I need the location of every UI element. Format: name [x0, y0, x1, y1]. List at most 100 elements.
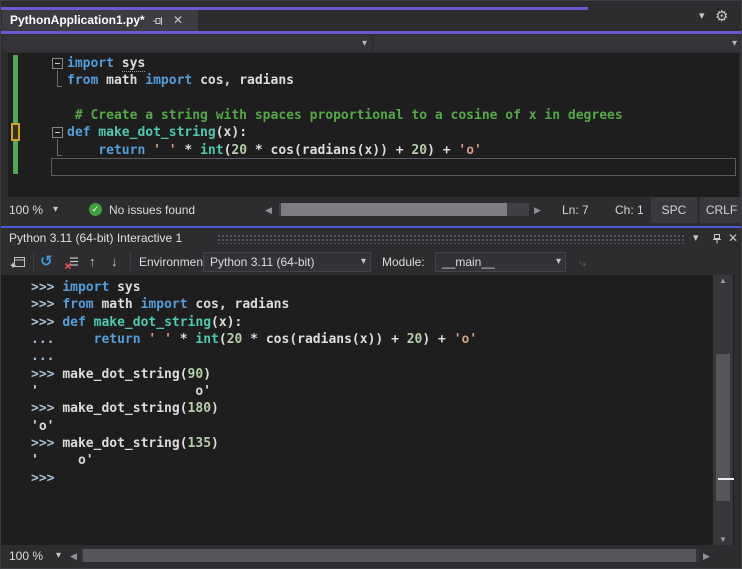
module-dropdown[interactable]: __main__ ▾ — [435, 252, 566, 272]
fold-region-line — [57, 70, 58, 86]
editor-code-area[interactable]: import sys from math import cos, radians … — [67, 55, 623, 176]
fold-collapse-icon[interactable] — [52, 127, 63, 138]
token-idu: sys — [121, 56, 146, 72]
open-interactive-window-icon[interactable] — [9, 254, 26, 270]
token-out: ' o' — [31, 383, 212, 399]
scroll-down-icon[interactable]: ▼ — [713, 535, 733, 544]
chevron-down-icon[interactable]: ▾ — [53, 197, 58, 223]
chevron-down-icon[interactable]: ▾ — [56, 545, 61, 567]
editor-status-bar: 100 % ▾ ✓ No issues found ◀ ▶ Ln: 7 Ch: … — [1, 197, 741, 223]
scrollbar-thumb[interactable] — [281, 203, 507, 216]
token-id: (x): — [215, 125, 248, 141]
code-line: >>> make_dot_string(180) — [31, 400, 477, 417]
token-fn: int — [195, 331, 219, 347]
token-prompt: >>> — [31, 280, 63, 295]
token-kw: def — [67, 125, 91, 141]
clear-screen-icon[interactable] — [64, 254, 80, 270]
environment-value: Python 3.11 (64-bit) — [210, 255, 315, 269]
scroll-up-icon[interactable]: ▲ — [713, 276, 733, 285]
module-label: Module: — [382, 255, 425, 269]
pin-icon[interactable] — [152, 14, 164, 32]
gear-icon[interactable]: ⚙ — [715, 7, 728, 25]
horizontal-scrollbar[interactable] — [81, 549, 699, 562]
token-id: math — [93, 297, 141, 313]
token-id: ) + — [427, 142, 459, 158]
line-ending-indicator[interactable]: CRLF — [700, 197, 741, 223]
code-line: ' o' — [31, 452, 477, 469]
token-id — [145, 143, 153, 158]
token-prompt: >>> — [31, 314, 63, 330]
space-mode-indicator[interactable]: SPC — [651, 197, 697, 223]
scrollbar-thumb[interactable] — [83, 549, 696, 562]
token-prompt: >>> — [31, 435, 63, 451]
code-line: ... return ' ' * int(20 * cos(radians(x)… — [31, 331, 477, 348]
code-line: ' o' — [31, 383, 477, 400]
token-out: 'o' — [31, 418, 55, 434]
scrollbar-thumb[interactable] — [716, 354, 734, 501]
horizontal-scrollbar[interactable] — [279, 203, 529, 216]
token-num: 20 — [411, 142, 428, 158]
token-id: ) — [203, 366, 212, 382]
token-id: ) — [211, 401, 219, 417]
token-id: * cos(radians(x)) + — [242, 331, 407, 347]
chevron-down-icon: ▾ — [555, 256, 561, 267]
token-str: 'o' — [458, 142, 482, 158]
close-icon[interactable]: ✕ — [728, 228, 738, 249]
close-icon[interactable]: ✕ — [173, 10, 183, 31]
token-str: ' ' — [153, 142, 177, 158]
nav-type-dropdown[interactable]: ▾ — [3, 35, 371, 52]
token-kw: import — [67, 56, 114, 71]
window-position-chevron-icon[interactable]: ▾ — [693, 228, 699, 249]
scroll-left-icon[interactable]: ◀ — [70, 545, 77, 567]
editor-pane[interactable]: import sys from math import cos, radians … — [1, 53, 739, 197]
scroll-left-icon[interactable]: ◀ — [265, 197, 272, 223]
token-id: * — [176, 142, 201, 158]
nav-member-dropdown[interactable]: ▾ — [374, 35, 741, 52]
code-line: >>> from math import cos, radians — [31, 296, 477, 313]
token-id: make_dot_string( — [62, 366, 188, 382]
token-prompt: >>> — [31, 366, 63, 382]
chevron-down-icon: ▾ — [731, 38, 737, 49]
token-prompt: ... — [31, 349, 55, 365]
go-to-next-icon: ⤷ — [579, 254, 587, 270]
token-num: 20 — [406, 331, 423, 347]
fold-region-line — [57, 155, 62, 156]
token-kw: import — [140, 297, 188, 313]
zoom-level[interactable]: 100 % — [9, 197, 43, 223]
reset-interactive-icon[interactable]: ↺ — [40, 249, 53, 275]
token-prompt: ... — [31, 331, 63, 347]
zoom-level[interactable]: 100 % — [9, 545, 43, 567]
pin-icon[interactable] — [711, 232, 723, 250]
token-num: 90 — [187, 366, 204, 382]
environment-dropdown[interactable]: Python 3.11 (64-bit) ▾ — [203, 252, 371, 272]
token-id: ) + — [422, 331, 454, 347]
console-output-area[interactable]: >>> import sys >>> from math import cos, … — [31, 279, 477, 487]
token-kw: from — [62, 297, 94, 313]
token-kw: from — [67, 73, 99, 89]
interactive-console[interactable]: >>> import sys >>> from math import cos, … — [1, 275, 734, 545]
token-id: * — [171, 331, 196, 347]
token-id — [62, 332, 93, 347]
scroll-right-icon[interactable]: ▶ — [534, 197, 541, 223]
titlebar-drag-grip[interactable] — [217, 234, 685, 244]
interactive-toolbar: ↺ ↑ ↓ Environment: Python 3.11 (64-bit) … — [1, 249, 741, 275]
issues-status[interactable]: No issues found — [109, 197, 195, 223]
document-tab[interactable]: PythonApplication1.py* ✕ — [2, 10, 198, 31]
fold-collapse-icon[interactable] — [52, 58, 63, 69]
chevron-down-icon: ▾ — [360, 256, 366, 267]
code-line: >>> — [31, 470, 477, 487]
history-next-icon[interactable]: ↓ — [111, 249, 118, 275]
line-indicator: Ln: 7 — [562, 203, 589, 217]
document-tab-title: PythonApplication1.py* — [10, 13, 145, 27]
token-id — [114, 56, 122, 71]
history-previous-icon[interactable]: ↑ — [89, 249, 96, 275]
scroll-right-icon[interactable]: ▶ — [703, 545, 710, 567]
interactive-window-title: Python 3.11 (64-bit) Interactive 1 — [9, 231, 183, 245]
vertical-scrollbar[interactable]: ▲ ▼ — [713, 275, 734, 545]
chevron-down-icon[interactable]: ▾ — [699, 9, 705, 22]
interactive-window-titlebar[interactable]: Python 3.11 (64-bit) Interactive 1 ▾ ✕ — [1, 226, 741, 250]
column-indicator: Ch: 1 — [615, 203, 644, 217]
token-id: make_dot_string( — [62, 435, 188, 451]
